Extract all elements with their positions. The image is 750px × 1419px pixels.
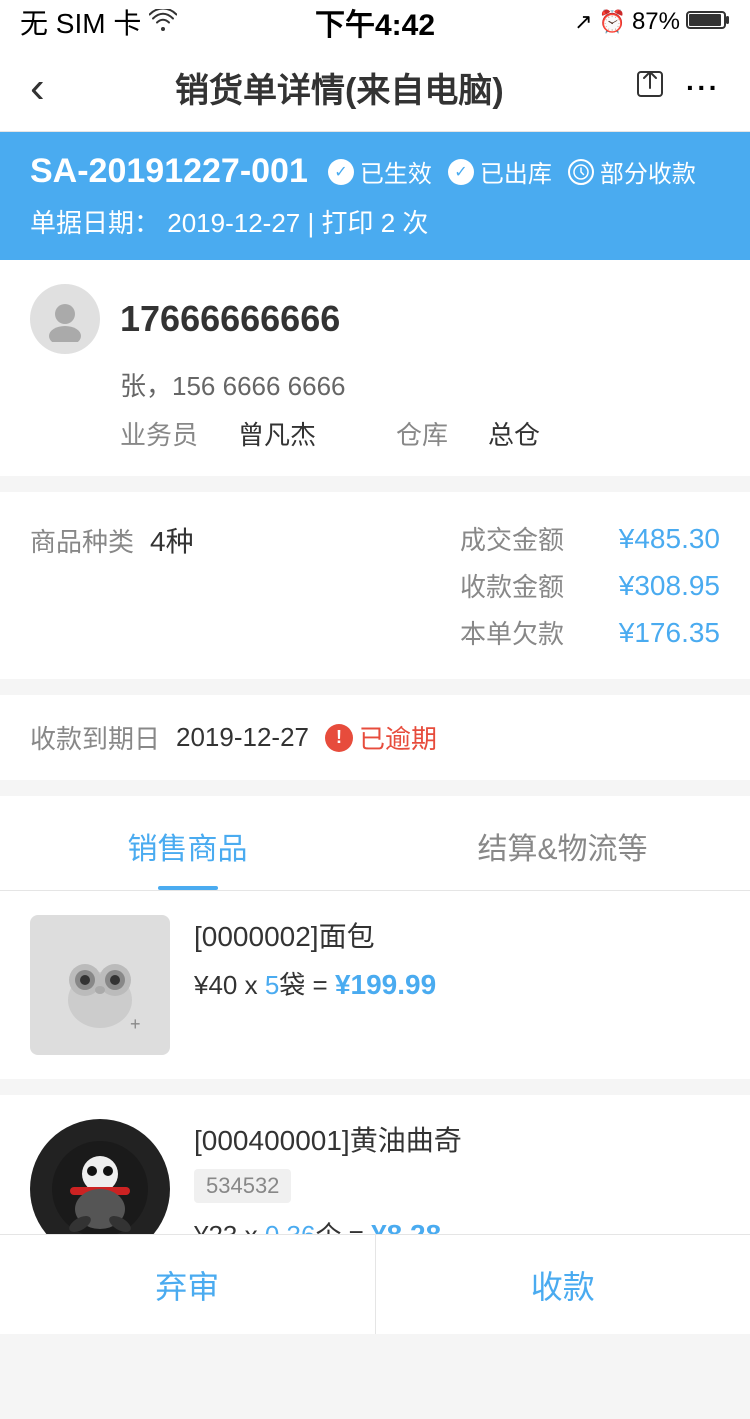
- sep-1: =: [305, 970, 335, 1000]
- status-carrier: 无 SIM 卡: [20, 2, 177, 42]
- back-button[interactable]: ‹: [30, 63, 45, 113]
- badge-shipped: ✓ 已出库: [448, 154, 552, 189]
- order-id: SA-20191227-001: [30, 152, 308, 191]
- price-text-1: ¥40 x: [194, 970, 265, 1000]
- category-value: 4种: [150, 520, 194, 560]
- check-icon-1: ✓: [328, 159, 354, 185]
- order-date: 2019-12-27: [167, 208, 300, 238]
- overdue-text: 已逾期: [359, 719, 437, 756]
- avatar: [30, 284, 100, 354]
- product-price-row-1: ¥40 x 5袋 = ¥199.99: [194, 965, 720, 1002]
- confirm-button[interactable]: 收款: [376, 1235, 750, 1334]
- product-item-1: + [0000002]面包 ¥40 x 5袋 = ¥199.99: [0, 891, 750, 1079]
- overdue-icon: !: [325, 724, 353, 752]
- stats-left: 商品种类 4种: [30, 520, 194, 560]
- due-label: 收款到期日: [30, 719, 160, 756]
- debt-label: 本单欠款: [460, 614, 564, 651]
- amount-row: 成交金额 ¥485.30: [460, 520, 720, 557]
- header-top: SA-20191227-001 ✓ 已生效 ✓ 已出库 部分收款: [30, 152, 720, 191]
- svg-text:+: +: [130, 1014, 141, 1034]
- battery-percent: 87%: [632, 8, 680, 36]
- product-image-1: +: [30, 915, 170, 1055]
- customer-section: 17666666666 张，156 6666 6666 业务员 曾凡杰 仓库 总…: [0, 260, 750, 476]
- warehouse-value: 总仓: [488, 415, 540, 452]
- badge-partial: 部分收款: [568, 154, 696, 189]
- debt-value: ¥176.35: [580, 617, 720, 649]
- share-icon[interactable]: [634, 68, 666, 107]
- customer-contact: 张，156 6666 6666: [120, 366, 720, 403]
- product-sku-2: 534532: [194, 1169, 291, 1203]
- cancel-button[interactable]: 弃审: [0, 1235, 376, 1334]
- overdue-badge: ! 已逾期: [325, 719, 437, 756]
- product-name-1: [0000002]面包: [194, 915, 720, 955]
- status-bar: 无 SIM 卡 下午4:42 ↗ ⏰ 87%: [0, 0, 750, 44]
- more-icon[interactable]: ···: [686, 72, 720, 104]
- nav-bar: ‹ 销货单详情(来自电脑) ···: [0, 44, 750, 132]
- status-badges: ✓ 已生效 ✓ 已出库 部分收款: [328, 154, 696, 189]
- salesperson-label: 业务员: [120, 415, 198, 452]
- salesperson-value: 曾凡杰: [238, 415, 316, 452]
- received-row: 收款金额 ¥308.95: [460, 567, 720, 604]
- print-label: | 打印: [307, 208, 373, 238]
- unit-1: 袋: [279, 970, 305, 1000]
- page-title: 销货单详情(来自电脑): [175, 63, 504, 112]
- customer-info-row: 业务员 曾凡杰 仓库 总仓: [120, 415, 720, 452]
- qty-1: 5: [265, 970, 279, 1000]
- due-date: 2019-12-27: [176, 722, 309, 753]
- product-name-2: [000400001]黄油曲奇: [194, 1119, 720, 1159]
- check-icon-2: ✓: [448, 159, 474, 185]
- stats-right: 成交金额 ¥485.30 收款金额 ¥308.95 本单欠款 ¥176.35: [460, 520, 720, 651]
- clock-icon: [568, 159, 594, 185]
- product-info-1: [0000002]面包 ¥40 x 5袋 = ¥199.99: [194, 915, 720, 1002]
- status-time: 下午4:42: [315, 0, 435, 44]
- status-right: ↗ ⏰ 87%: [574, 7, 730, 38]
- amount-value: ¥485.30: [580, 523, 720, 555]
- nav-actions: ···: [634, 68, 720, 107]
- wifi-icon: [149, 6, 177, 38]
- amount-label: 成交金额: [460, 520, 564, 557]
- tab-sales-products[interactable]: 销售商品: [0, 796, 375, 890]
- total-1: ¥199.99: [335, 969, 436, 1000]
- date-label: 单据日期：: [30, 208, 160, 238]
- debt-row: 本单欠款 ¥176.35: [460, 614, 720, 651]
- stats-section: 商品种类 4种 成交金额 ¥485.30 收款金额 ¥308.95 本单欠款 ¥…: [0, 492, 750, 679]
- header-banner: SA-20191227-001 ✓ 已生效 ✓ 已出库 部分收款: [0, 132, 750, 260]
- received-label: 收款金额: [460, 567, 564, 604]
- carrier-text: 无 SIM 卡: [20, 2, 141, 42]
- received-value: ¥308.95: [580, 570, 720, 602]
- tabs-section: 销售商品 结算&物流等: [0, 796, 750, 891]
- product-list: + [0000002]面包 ¥40 x 5袋 = ¥199.99: [0, 891, 750, 1283]
- customer-row: 17666666666: [30, 284, 720, 354]
- print-suffix: 次: [402, 208, 428, 238]
- bottom-bar: 弃审 收款: [0, 1234, 750, 1334]
- badge-effected: ✓ 已生效: [328, 154, 432, 189]
- tab-settlement[interactable]: 结算&物流等: [375, 796, 750, 890]
- location-icon: ↗: [574, 9, 592, 35]
- product-info-2: [000400001]黄油曲奇 534532 ¥23 x 0.36个 = ¥8.…: [194, 1119, 720, 1252]
- due-section: 收款到期日 2019-12-27 ! 已逾期: [0, 695, 750, 780]
- battery-icon: [686, 7, 730, 38]
- alarm-icon: ⏰: [599, 9, 626, 35]
- category-label: 商品种类: [30, 522, 134, 559]
- print-count: 2: [381, 208, 395, 238]
- warehouse-label: 仓库: [396, 415, 448, 452]
- customer-name: 17666666666: [120, 298, 340, 340]
- header-date-row: 单据日期： 2019-12-27 | 打印 2 次: [30, 203, 720, 240]
